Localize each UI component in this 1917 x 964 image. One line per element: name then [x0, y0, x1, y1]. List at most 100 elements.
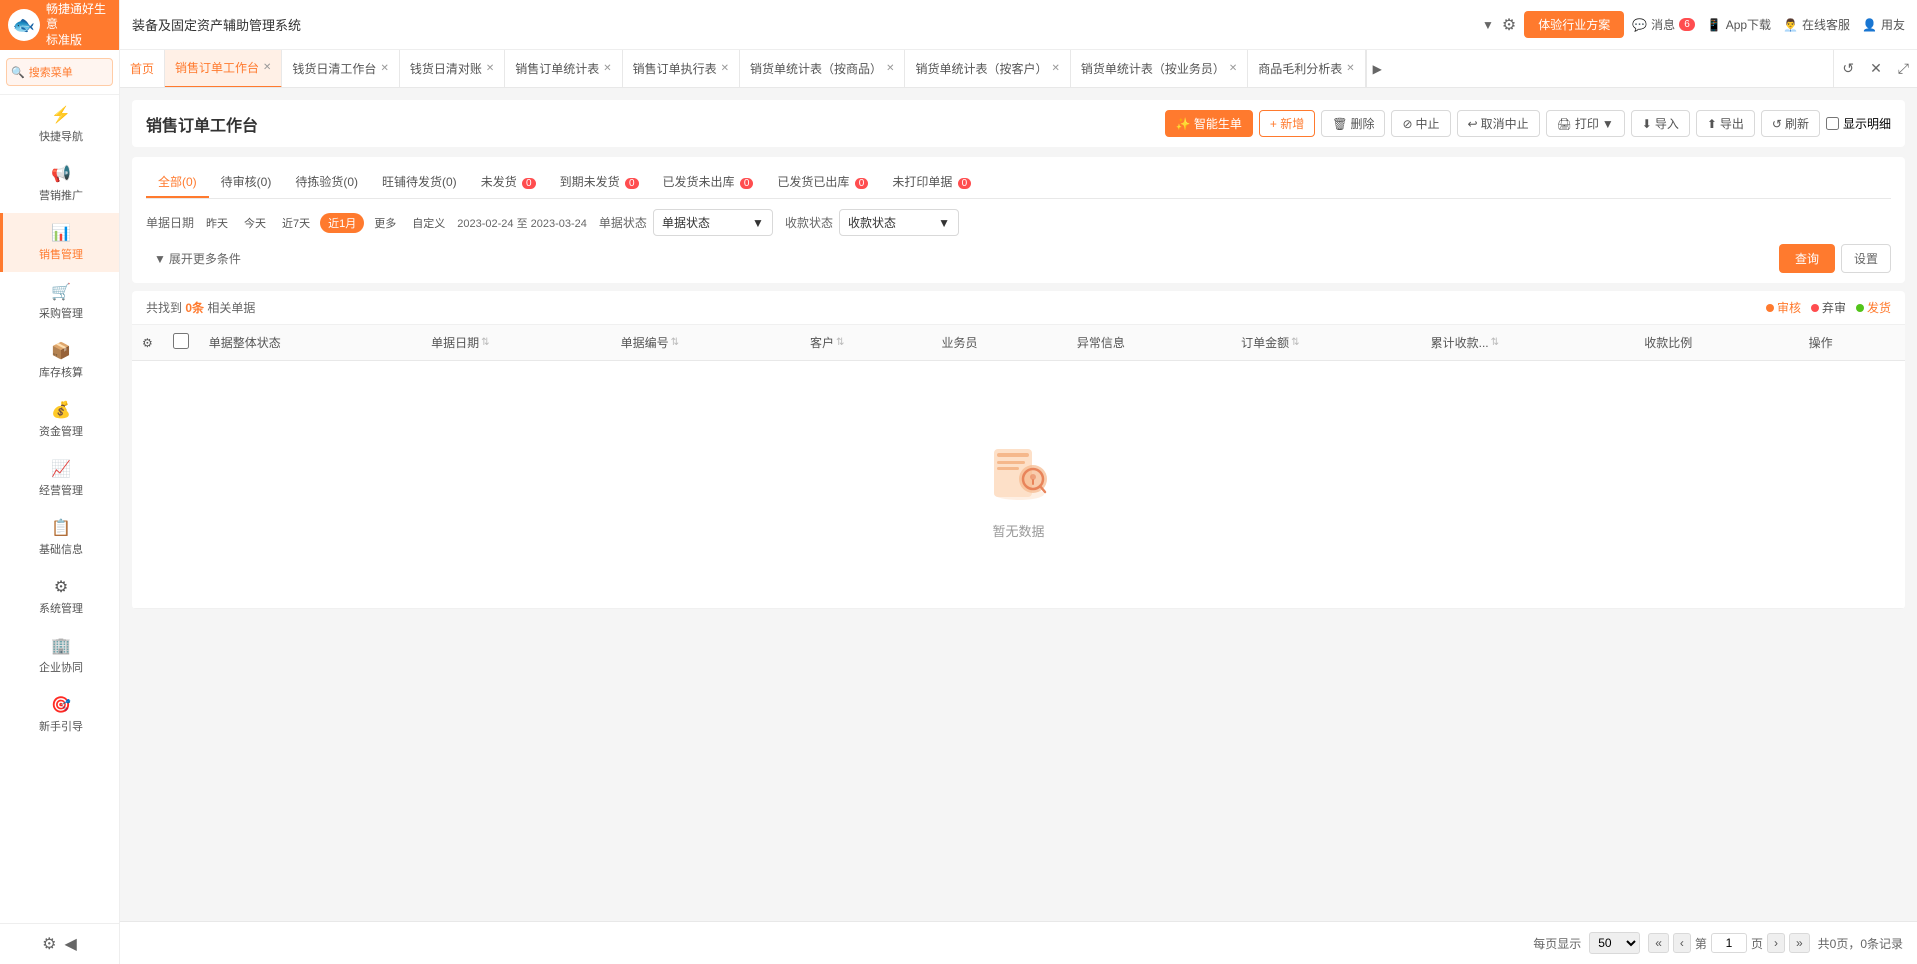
tab-close-cash-goods[interactable]: ✕ [486, 63, 494, 74]
tab-close-gross-profit[interactable]: ✕ [1346, 63, 1354, 74]
empty-text: 暂无数据 [992, 521, 1044, 540]
tab-close-summary-customer[interactable]: ✕ [1051, 63, 1059, 74]
export-button[interactable]: ⬆ 导出 [1696, 110, 1755, 137]
filter-tab-overdue[interactable]: 到期未发货 0 [548, 167, 651, 198]
sales-exec-tab-label: 销售订单执行表 [633, 60, 717, 77]
tab-close-summary-product[interactable]: ✕ [886, 63, 894, 74]
customer-sort-icon: ⇅ [836, 337, 844, 348]
date-btn-more[interactable]: 更多 [368, 213, 402, 233]
expand-filter-button[interactable]: ▼ 展开更多条件 [146, 246, 249, 271]
tab-refresh-button[interactable]: ↺ [1834, 50, 1862, 88]
page-size-select[interactable]: 10 20 50 100 [1589, 932, 1640, 954]
sidebar-nav-item-quick-nav[interactable]: ⚡ 快捷导航 [0, 95, 119, 154]
date-btn-custom[interactable]: 自定义 [406, 213, 451, 233]
tab-cash-goods[interactable]: 钱货日清对账 ✕ [400, 50, 505, 88]
sidebar-nav-item-inventory[interactable]: 📦 库存核算 [0, 331, 119, 390]
tab-sales-summary-product[interactable]: 销货单统计表（按商品） ✕ [740, 50, 905, 88]
sidebar-nav-item-enterprise[interactable]: 🏢 企业协同 [0, 626, 119, 685]
filter-tab-shipped-not-out[interactable]: 已发货未出库 0 [651, 167, 766, 198]
sidebar-nav-item-basic-info[interactable]: 📋 基础信息 [0, 508, 119, 567]
tab-close-sales-exec[interactable]: ✕ [721, 63, 729, 74]
filter-tab-pending-inspect[interactable]: 待拣验货(0) [283, 167, 370, 198]
collapse-icon[interactable]: ◀ [65, 934, 77, 954]
ship-action-button[interactable]: 发货 [1856, 299, 1891, 316]
sidebar-nav-item-operation[interactable]: 📈 经营管理 [0, 449, 119, 508]
sidebar-nav-item-marketing[interactable]: 📢 营销推广 [0, 154, 119, 213]
select-all-checkbox[interactable] [173, 333, 189, 349]
tab-sales-order[interactable]: 销售订单工作台 ✕ [165, 50, 282, 88]
th-ratio: 收款比例 [1634, 325, 1798, 361]
next-page-button[interactable]: › [1767, 933, 1785, 953]
search-button[interactable]: 查询 [1779, 244, 1835, 273]
revoke-action-button[interactable]: 弃审 [1811, 299, 1846, 316]
page-nav: « ‹ 第 页 › » [1648, 933, 1809, 953]
header-settings-icon[interactable]: ⚙ [1502, 15, 1516, 35]
show-detail-label[interactable]: 显示明细 [1826, 115, 1891, 132]
tab-sales-summary-customer[interactable]: 销货单统计表（按客户） ✕ [905, 50, 1070, 88]
tab-close-summary-staff[interactable]: ✕ [1229, 63, 1237, 74]
filter-tab-not-shipped[interactable]: 未发货 0 [469, 167, 548, 198]
app-download-button[interactable]: 📱 App下载 [1707, 16, 1771, 33]
sidebar-nav-item-guide[interactable]: 🎯 新手引导 [0, 685, 119, 744]
online-service-button[interactable]: 👨‍💼 在线客服 [1783, 16, 1850, 33]
th-customer[interactable]: 客户 ⇅ [800, 325, 931, 361]
cancel-stop-button[interactable]: ↩ 取消中止 [1457, 110, 1540, 137]
daily-cash-tab-label: 钱货日清工作台 [292, 60, 376, 77]
column-settings-icon[interactable]: ⚙ [142, 336, 153, 350]
filter-tab-shipped-out[interactable]: 已发货已出库 0 [765, 167, 880, 198]
filter-setting-button[interactable]: 设置 [1841, 244, 1891, 273]
th-date[interactable]: 单据日期 ⇅ [421, 325, 610, 361]
filter-tab-not-printed[interactable]: 未打印单据 0 [880, 167, 983, 198]
refresh-button[interactable]: ↺ 刷新 [1761, 110, 1820, 137]
last-page-button[interactable]: » [1789, 933, 1810, 953]
settings-bottom-icon[interactable]: ⚙ [42, 934, 56, 954]
user-menu-button[interactable]: 👤 用友 [1862, 16, 1905, 33]
tab-close-sales-stats[interactable]: ✕ [603, 63, 611, 74]
import-button[interactable]: ⬇ 导入 [1631, 110, 1690, 137]
sidebar-nav-item-purchase[interactable]: 🛒 采购管理 [0, 272, 119, 331]
filter-section: 全部(0) 待审核(0) 待拣验货(0) 旺铺待发货(0) 未发货 0 到期未发… [132, 157, 1905, 283]
tab-sales-summary-staff[interactable]: 销货单统计表（按业务员） ✕ [1071, 50, 1248, 88]
filter-tab-wangpu[interactable]: 旺铺待发货(0) [370, 167, 469, 198]
tab-close-sales-order[interactable]: ✕ [263, 62, 271, 73]
experience-button[interactable]: 体验行业方案 [1524, 11, 1624, 38]
system-icon: ⚙ [54, 577, 68, 597]
show-detail-checkbox[interactable] [1826, 117, 1839, 130]
ai-generate-button[interactable]: ✨ 智能生单 [1165, 110, 1253, 137]
search-menu-button[interactable]: 🔍 搜索菜单 [6, 58, 113, 86]
date-btn-7days[interactable]: 近7天 [276, 213, 316, 233]
sidebar-nav-item-system[interactable]: ⚙ 系统管理 [0, 567, 119, 626]
sidebar-nav-item-finance[interactable]: 💰 资金管理 [0, 390, 119, 449]
first-page-button[interactable]: « [1648, 933, 1669, 953]
review-action-button[interactable]: 审核 [1766, 299, 1801, 316]
tab-daily-cash[interactable]: 钱货日清工作台 ✕ [282, 50, 399, 88]
tab-gross-profit[interactable]: 商品毛利分析表 ✕ [1248, 50, 1365, 88]
th-number[interactable]: 单据编号 ⇅ [611, 325, 800, 361]
date-btn-yesterday[interactable]: 昨天 [200, 213, 234, 233]
filter-tab-all[interactable]: 全部(0) [146, 167, 209, 198]
th-collected[interactable]: 累计收款... ⇅ [1421, 325, 1635, 361]
tab-home[interactable]: 首页 [120, 50, 165, 88]
new-order-button[interactable]: + 新增 [1259, 110, 1315, 137]
date-btn-1month[interactable]: 近1月 [320, 213, 364, 233]
status-select[interactable]: 单据状态 ▼ [653, 209, 773, 236]
overdue-badge: 0 [625, 178, 639, 189]
stop-button[interactable]: ⊘ 中止 [1391, 110, 1450, 137]
delete-button[interactable]: 🗑 删除 [1321, 110, 1385, 137]
sidebar-nav-item-sales[interactable]: 📊 销售管理 [0, 213, 119, 272]
message-button[interactable]: 💬 消息 6 [1632, 16, 1695, 33]
tab-sales-exec[interactable]: 销售订单执行表 ✕ [623, 50, 740, 88]
tab-more-button[interactable]: ▶ [1366, 50, 1388, 88]
payment-select[interactable]: 收款状态 ▼ [839, 209, 959, 236]
tab-close-all-button[interactable]: ✕ [1862, 50, 1890, 88]
prev-page-button[interactable]: ‹ [1673, 933, 1691, 953]
dropdown-arrow-icon[interactable]: ▼ [1482, 18, 1494, 32]
page-input[interactable] [1711, 933, 1747, 953]
th-amount[interactable]: 订单金额 ⇅ [1231, 325, 1420, 361]
print-button[interactable]: 🖨 打印 ▼ [1546, 110, 1625, 137]
tab-maximize-button[interactable]: ⤢ [1890, 50, 1917, 88]
tab-close-daily-cash[interactable]: ✕ [380, 63, 388, 74]
filter-tab-pending-review[interactable]: 待审核(0) [209, 167, 284, 198]
tab-sales-stats[interactable]: 销售订单统计表 ✕ [505, 50, 622, 88]
date-btn-today[interactable]: 今天 [238, 213, 272, 233]
